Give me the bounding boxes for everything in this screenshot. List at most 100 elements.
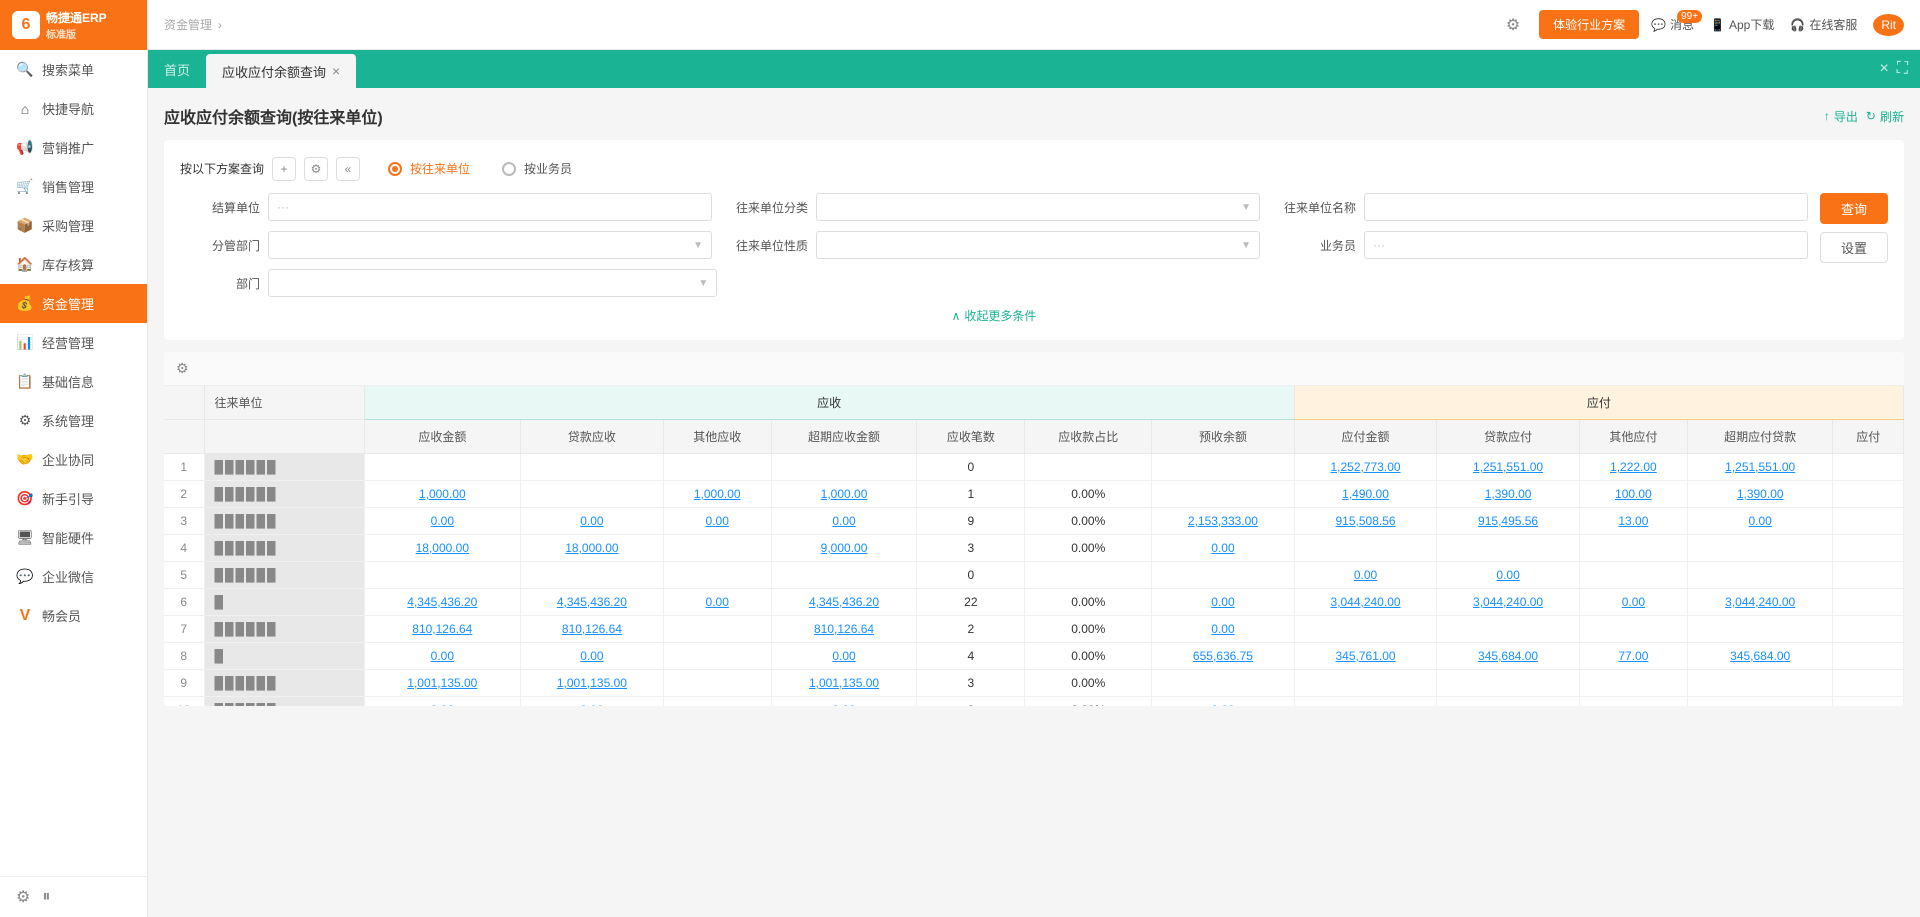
table-cell[interactable]: 1,001,135.00 — [364, 670, 521, 697]
table-cell[interactable]: 13.00 — [1579, 508, 1687, 535]
table-cell[interactable]: 3,044,240.00 — [1437, 589, 1580, 616]
company-name-cell[interactable]: █ — [204, 643, 364, 670]
company-name-cell[interactable]: ██████ — [204, 454, 364, 481]
table-cell[interactable]: 1,000.00 — [771, 481, 917, 508]
table-cell[interactable]: 2,153,333.00 — [1152, 508, 1295, 535]
topbar-settings-button[interactable]: ⚙ — [1499, 11, 1527, 39]
table-cell[interactable]: 77.00 — [1579, 643, 1687, 670]
app-download-button[interactable]: 📱 App下载 — [1710, 16, 1774, 33]
sidebar-item-hardware[interactable]: 🖥 智能硬件 — [0, 518, 147, 557]
table-cell[interactable]: 0.00 — [1152, 589, 1295, 616]
table-cell[interactable]: 0.00 — [1152, 535, 1295, 562]
table-cell[interactable]: 0.00 — [1152, 697, 1295, 707]
table-cell[interactable]: 1,390.00 — [1437, 481, 1580, 508]
table-cell[interactable]: 345,684.00 — [1437, 643, 1580, 670]
table-cell[interactable]: 0.00 — [364, 697, 521, 707]
tab-close-icon[interactable]: × — [332, 63, 340, 79]
method-by-salesman[interactable]: 按业务员 — [494, 156, 580, 181]
table-cell[interactable]: 1,222.00 — [1579, 454, 1687, 481]
tab-home[interactable]: 首页 — [148, 50, 206, 88]
refresh-button[interactable]: ↻ 刷新 — [1866, 108, 1904, 125]
sidebar-item-enterprise[interactable]: 🤝 企业协同 — [0, 440, 147, 479]
table-cell[interactable]: 1,490.00 — [1294, 481, 1437, 508]
user-avatar[interactable]: Rit — [1873, 14, 1904, 36]
table-cell[interactable]: 18,000.00 — [521, 535, 664, 562]
tab-receivable-payable[interactable]: 应收应付余额查询 × — [206, 54, 356, 88]
table-cell[interactable]: 810,126.64 — [364, 616, 521, 643]
table-cell[interactable]: 1,251,551.00 — [1437, 454, 1580, 481]
company-name-cell[interactable]: ██████ — [204, 508, 364, 535]
table-cell[interactable]: 4,345,436.20 — [521, 589, 664, 616]
table-cell[interactable]: 655,636.75 — [1152, 643, 1295, 670]
table-cell[interactable]: 4,345,436.20 — [364, 589, 521, 616]
table-cell[interactable]: 4,345,436.20 — [771, 589, 917, 616]
company-name-cell[interactable]: ██████ — [204, 616, 364, 643]
table-cell[interactable]: 0.00 — [364, 508, 521, 535]
sidebar-item-wechat[interactable]: 💬 企业微信 — [0, 557, 147, 596]
sidebar-item-marketing[interactable]: 📢 营销推广 — [0, 128, 147, 167]
company-name-cell[interactable]: ██████ — [204, 535, 364, 562]
table-cell[interactable]: 1,000.00 — [364, 481, 521, 508]
unit-nature-input[interactable]: ▼ — [816, 231, 1260, 259]
table-cell[interactable]: 0.00 — [663, 589, 771, 616]
sidebar-item-finance[interactable]: 💰 资金管理 — [0, 284, 147, 323]
table-cell[interactable]: 0.00 — [1579, 589, 1687, 616]
dept-input[interactable]: ▼ — [268, 231, 712, 259]
export-button[interactable]: ↑ 导出 — [1824, 108, 1858, 125]
settings-bottom-icon[interactable]: ⚙ — [16, 887, 30, 907]
company-name-cell[interactable]: ██████ — [204, 562, 364, 589]
unit-name-input[interactable] — [1364, 193, 1808, 221]
table-cell[interactable]: 0.00 — [771, 508, 917, 535]
table-cell[interactable]: 345,761.00 — [1294, 643, 1437, 670]
trial-button[interactable]: 体验行业方案 — [1539, 10, 1639, 39]
sidebar-item-system[interactable]: ⚙ 系统管理 — [0, 401, 147, 440]
table-settings-icon[interactable]: ⚙ — [176, 360, 189, 377]
table-cell[interactable]: 1,252,773.00 — [1294, 454, 1437, 481]
table-cell[interactable]: 1,001,135.00 — [521, 670, 664, 697]
table-cell[interactable]: 3,044,240.00 — [1294, 589, 1437, 616]
table-cell[interactable]: 9,000.00 — [771, 535, 917, 562]
query-button[interactable]: 查询 — [1820, 193, 1888, 224]
collapse-bottom-icon[interactable]: ⏸ — [42, 888, 50, 906]
company-name-cell[interactable]: █ — [204, 589, 364, 616]
method-by-unit[interactable]: 按往来单位 — [380, 156, 478, 181]
table-cell[interactable]: 100.00 — [1579, 481, 1687, 508]
sidebar-item-purchase[interactable]: 📦 采购管理 — [0, 206, 147, 245]
table-cell[interactable]: 915,495.56 — [1437, 508, 1580, 535]
sidebar-item-guide[interactable]: 🎯 新手引导 — [0, 479, 147, 518]
table-cell[interactable]: 1,001,135.00 — [771, 670, 917, 697]
table-cell[interactable]: 0.00 — [1294, 562, 1437, 589]
company-name-cell[interactable]: ██████ — [204, 481, 364, 508]
table-cell[interactable]: 1,390.00 — [1687, 481, 1833, 508]
add-scheme-button[interactable]: + — [272, 157, 296, 181]
setting-button[interactable]: 设置 — [1820, 232, 1888, 263]
sidebar-item-quick-nav[interactable]: ⌂ 快捷导航 — [0, 89, 147, 128]
table-cell[interactable]: 0.00 — [1687, 508, 1833, 535]
maximize-window-icon[interactable]: ⛶ — [1897, 60, 1908, 78]
company-name-cell[interactable]: ██████ — [204, 697, 364, 707]
table-cell[interactable]: 345,684.00 — [1687, 643, 1833, 670]
sidebar-item-business[interactable]: 📊 经营管理 — [0, 323, 147, 362]
table-cell[interactable]: 0.00 — [364, 643, 521, 670]
table-cell[interactable]: 0.00 — [1437, 562, 1580, 589]
sidebar-item-inventory[interactable]: 🏠 库存核算 — [0, 245, 147, 284]
sidebar-item-search-menu[interactable]: 🔍 搜索菜单 — [0, 50, 147, 89]
table-cell[interactable]: 1,000.00 — [663, 481, 771, 508]
sidebar-item-basic-info[interactable]: 📋 基础信息 — [0, 362, 147, 401]
table-cell[interactable]: 0.00 — [521, 697, 664, 707]
settlement-unit-input[interactable]: ··· — [268, 193, 712, 221]
table-cell[interactable]: 18,000.00 — [364, 535, 521, 562]
table-wrapper[interactable]: 往来单位 应收 应付 应收金额 贷款应收 其他应收 超期应收金额 应收笔数 — [164, 386, 1904, 706]
table-cell[interactable]: 0.00 — [1152, 616, 1295, 643]
sidebar-item-member[interactable]: V 畅会员 — [0, 596, 147, 635]
sub-dept-input[interactable]: ▼ — [268, 269, 717, 297]
unit-category-input[interactable]: ▼ — [816, 193, 1260, 221]
table-cell[interactable]: 810,126.64 — [771, 616, 917, 643]
table-cell[interactable]: 1,251,551.00 — [1687, 454, 1833, 481]
table-cell[interactable]: 0.00 — [521, 508, 664, 535]
table-cell[interactable]: 3,044,240.00 — [1687, 589, 1833, 616]
table-cell[interactable]: 0.00 — [771, 643, 917, 670]
collapse-scheme-button[interactable]: « — [336, 157, 360, 181]
table-cell[interactable]: 810,126.64 — [521, 616, 664, 643]
collapse-conditions-button[interactable]: ∧ 收起更多条件 — [180, 307, 1808, 324]
